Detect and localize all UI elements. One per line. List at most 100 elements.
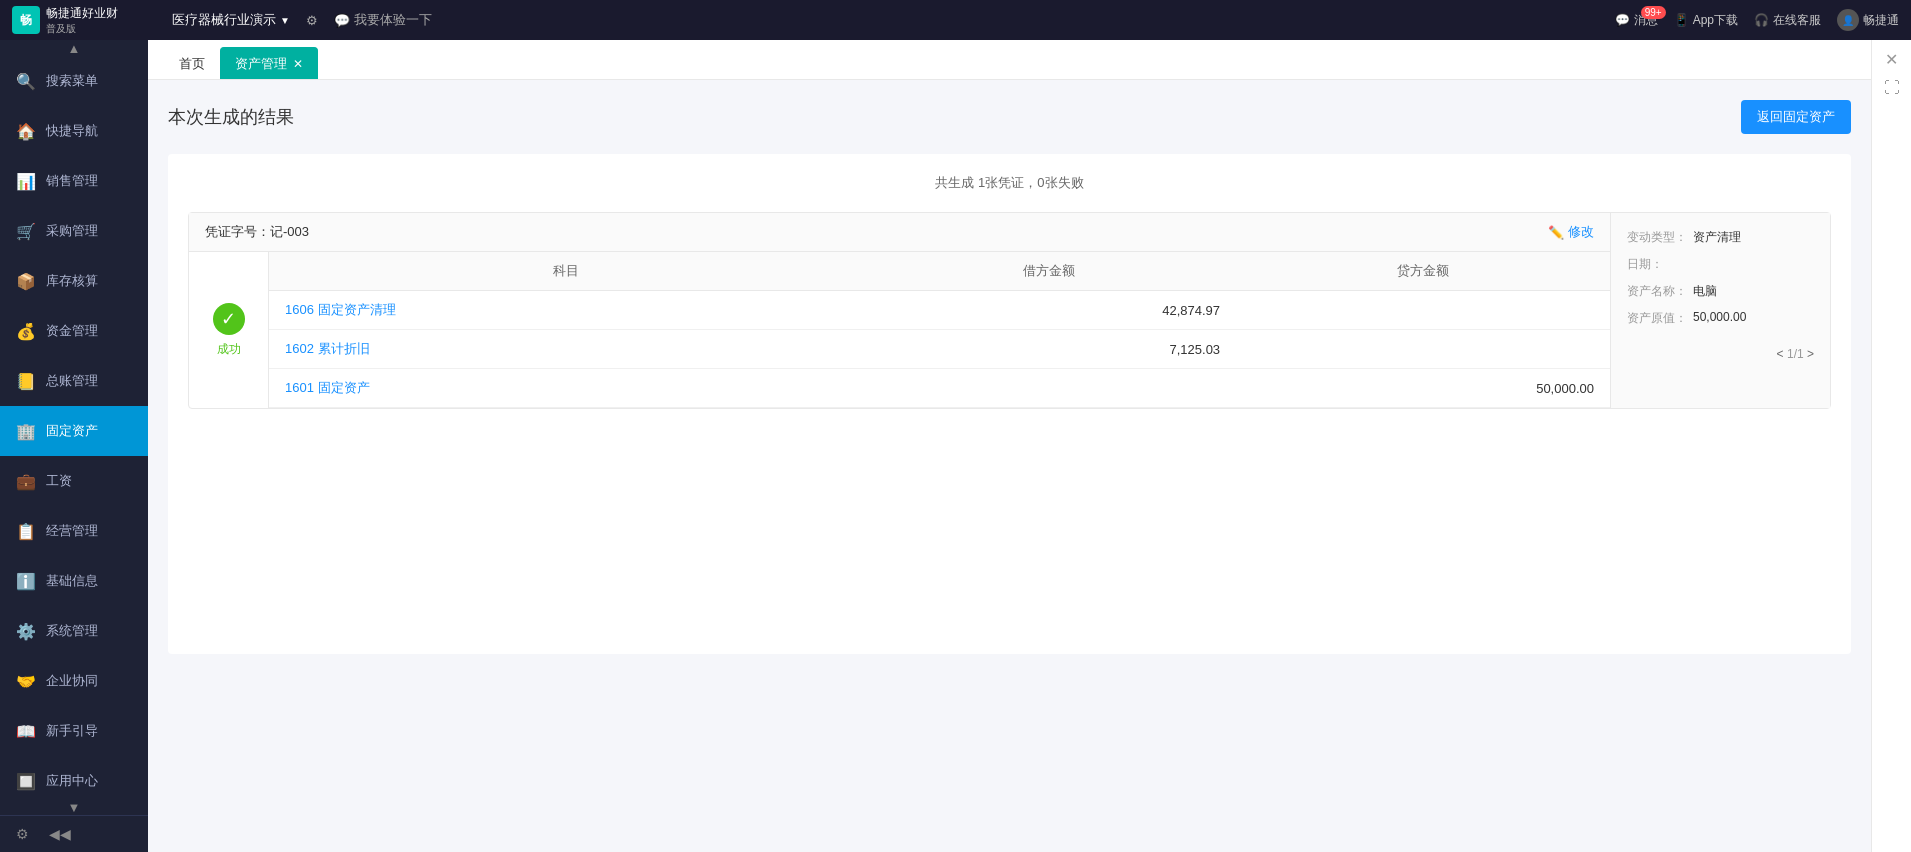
- expand-panel-icon[interactable]: ⛶: [1884, 79, 1900, 97]
- tab-asset-management[interactable]: 资产管理 ✕: [220, 47, 318, 79]
- sidebar-item-ledger[interactable]: 📒 总账管理: [0, 356, 148, 406]
- page-content: 本次生成的结果 返回固定资产 共生成 1张凭证，0张失败 凭证字号：记-003 …: [148, 80, 1871, 852]
- guide-icon: 📖: [16, 722, 36, 741]
- info-row-original-value: 资产原值： 50,000.00: [1627, 310, 1814, 327]
- next-page-icon[interactable]: >: [1807, 347, 1814, 361]
- sidebar-item-inventory[interactable]: 📦 库存核算: [0, 256, 148, 306]
- voucher-number: 凭证字号：记-003: [205, 223, 309, 241]
- result-container: 共生成 1张凭证，0张失败 凭证字号：记-003 ✏️ 修改: [168, 154, 1851, 654]
- content-area: 首页 资产管理 ✕ 本次生成的结果 返回固定资产 共生成 1张凭证，0张失败: [148, 40, 1871, 852]
- close-panel-icon[interactable]: ✕: [1885, 50, 1898, 69]
- sidebar-item-capital[interactable]: 💰 资金管理: [0, 306, 148, 356]
- voucher-rows-area: ✓ 成功 科目 借方金额 贷方金额: [189, 252, 1610, 408]
- sidebar: ▲ 🔍 搜索菜单 🏠 快捷导航 📊 销售管理 🛒 采购管理 📦 库存核算: [0, 40, 148, 852]
- edit-button[interactable]: ✏️ 修改: [1548, 223, 1594, 241]
- chevron-down-icon: ▼: [280, 15, 290, 26]
- sidebar-item-guide[interactable]: 📖 新手引导: [0, 706, 148, 756]
- prev-page-icon[interactable]: <: [1777, 347, 1784, 361]
- original-value-value: 50,000.00: [1693, 310, 1746, 324]
- sidebar-footer: ⚙ ◀◀: [0, 815, 148, 852]
- settings-icon[interactable]: ⚙: [306, 13, 318, 28]
- row2-debit: 7,125.03: [862, 330, 1236, 369]
- sidebar-item-basic-info[interactable]: ℹ️ 基础信息: [0, 556, 148, 606]
- sidebar-item-purchase[interactable]: 🛒 采购管理: [0, 206, 148, 256]
- fixed-assets-icon: 🏢: [16, 422, 36, 441]
- success-column: ✓ 成功: [189, 252, 269, 408]
- original-value-label: 资产原值：: [1627, 310, 1687, 327]
- sidebar-item-sales[interactable]: 📊 销售管理: [0, 156, 148, 206]
- voucher-header-row: 凭证字号：记-003 ✏️ 修改: [189, 213, 1610, 252]
- app-center-icon: 🔲: [16, 772, 36, 791]
- sidebar-scroll-up[interactable]: ▲: [0, 40, 148, 56]
- asset-name-label: 资产名称：: [1627, 283, 1687, 300]
- table-column: 科目 借方金额 贷方金额 1606 固定资产清理 42,874.: [269, 252, 1610, 408]
- logo-text: 畅捷通好业财 普及版: [46, 5, 118, 36]
- logo-icon: 畅: [12, 6, 40, 34]
- tabs-bar: 首页 资产管理 ✕: [148, 40, 1871, 80]
- main-layout: ▲ 🔍 搜索菜单 🏠 快捷导航 📊 销售管理 🛒 采购管理 📦 库存核算: [0, 40, 1911, 852]
- message-action[interactable]: 💬 消息 99+: [1615, 12, 1658, 29]
- logo-area: 畅 畅捷通好业财 普及版: [12, 5, 160, 36]
- page-title: 本次生成的结果: [168, 105, 294, 129]
- success-text: 成功: [217, 341, 241, 358]
- tab-home[interactable]: 首页: [164, 47, 220, 79]
- online-service-action[interactable]: 🎧 在线客服: [1754, 12, 1821, 29]
- row3-subject[interactable]: 1601 固定资产: [269, 369, 862, 408]
- edit-icon: ✏️: [1548, 225, 1564, 240]
- row3-debit: [862, 369, 1236, 408]
- sidebar-item-system[interactable]: ⚙️ 系统管理: [0, 606, 148, 656]
- row3-credit: 50,000.00: [1236, 369, 1610, 408]
- table-row: 1601 固定资产 50,000.00: [269, 369, 1610, 408]
- page-info: 1/1: [1787, 347, 1807, 361]
- home-icon: 🏠: [16, 122, 36, 141]
- footer-settings-icon[interactable]: ⚙: [16, 826, 29, 842]
- sidebar-item-quick-nav[interactable]: 🏠 快捷导航: [0, 106, 148, 156]
- col-header-subject: 科目: [269, 252, 862, 291]
- sidebar-item-enterprise[interactable]: 🤝 企业协同: [0, 656, 148, 706]
- page-header: 本次生成的结果 返回固定资产: [168, 100, 1851, 134]
- row2-subject[interactable]: 1602 累计折旧: [269, 330, 862, 369]
- system-icon: ⚙️: [16, 622, 36, 641]
- search-icon: 🔍: [16, 72, 36, 91]
- app-download-action[interactable]: 📱 App下载: [1674, 12, 1738, 29]
- sidebar-item-fixed-assets[interactable]: 🏢 固定资产: [0, 406, 148, 456]
- ledger-icon: 📒: [16, 372, 36, 391]
- sidebar-item-payroll[interactable]: 💼 工资: [0, 456, 148, 506]
- row2-credit: [1236, 330, 1610, 369]
- table-row: 1606 固定资产清理 42,874.97: [269, 291, 1610, 330]
- col-header-debit: 借方金额: [862, 252, 1236, 291]
- download-icon: 📱: [1674, 13, 1689, 27]
- asset-name-value: 电脑: [1693, 283, 1717, 300]
- experience-icon: 💬: [334, 13, 350, 28]
- user-area[interactable]: 👤 畅捷通: [1837, 9, 1899, 31]
- purchase-icon: 🛒: [16, 222, 36, 241]
- date-label: 日期：: [1627, 256, 1663, 273]
- basic-info-icon: ℹ️: [16, 572, 36, 591]
- result-summary: 共生成 1张凭证，0张失败: [188, 174, 1831, 192]
- sidebar-scroll-down[interactable]: ▼: [0, 799, 148, 815]
- avatar: 👤: [1837, 9, 1859, 31]
- payroll-icon: 💼: [16, 472, 36, 491]
- enterprise-icon: 🤝: [16, 672, 36, 691]
- tab-close-icon[interactable]: ✕: [293, 57, 303, 71]
- message-icon: 💬: [1615, 13, 1630, 27]
- top-header: 畅 畅捷通好业财 普及版 医疗器械行业演示 ▼ ⚙ 💬 我要体验一下 💬 消息 …: [0, 0, 1911, 40]
- message-badge: 99+: [1641, 6, 1666, 19]
- row1-subject[interactable]: 1606 固定资产清理: [269, 291, 862, 330]
- sidebar-nav: 🔍 搜索菜单 🏠 快捷导航 📊 销售管理 🛒 采购管理 📦 库存核算 💰: [0, 56, 148, 799]
- table-row: 1602 累计折旧 7,125.03: [269, 330, 1610, 369]
- row1-debit: 42,874.97: [862, 291, 1236, 330]
- return-button[interactable]: 返回固定资产: [1741, 100, 1851, 134]
- experience-button[interactable]: 💬 我要体验一下: [334, 11, 432, 29]
- footer-collapse-icon[interactable]: ◀◀: [49, 826, 71, 842]
- sales-icon: 📊: [16, 172, 36, 191]
- header-right: 💬 消息 99+ 📱 App下载 🎧 在线客服 👤 畅捷通: [1615, 9, 1899, 31]
- side-panel: ✕ ⛶: [1871, 40, 1911, 852]
- sidebar-item-search[interactable]: 🔍 搜索菜单: [0, 56, 148, 106]
- sidebar-item-app-center[interactable]: 🔲 应用中心: [0, 756, 148, 799]
- sidebar-item-business[interactable]: 📋 经营管理: [0, 506, 148, 556]
- inventory-icon: 📦: [16, 272, 36, 291]
- info-row-date: 日期：: [1627, 256, 1814, 273]
- change-type-label: 变动类型：: [1627, 229, 1687, 246]
- company-selector[interactable]: 医疗器械行业演示 ▼: [172, 11, 290, 29]
